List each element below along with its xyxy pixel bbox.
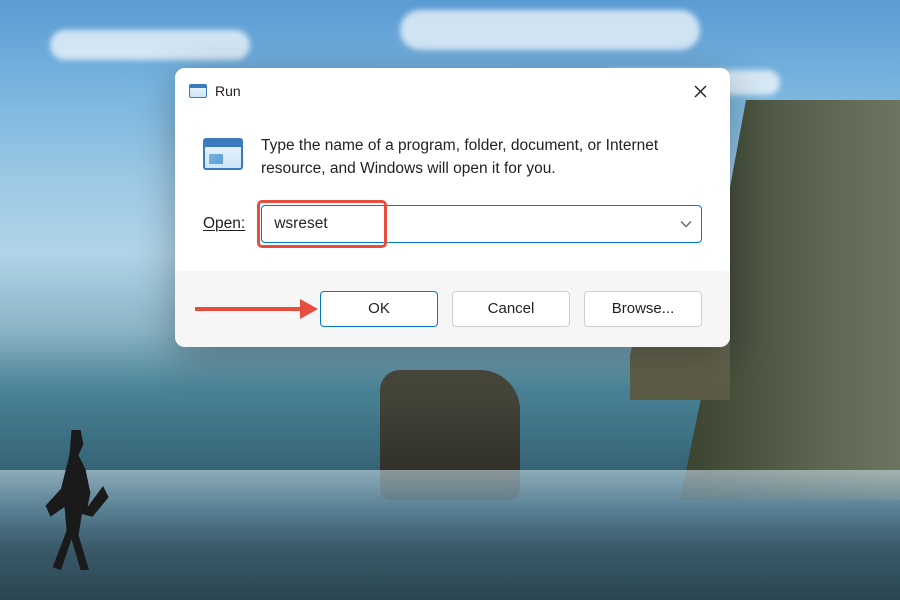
ok-button[interactable]: OK (320, 291, 438, 327)
run-icon-large (203, 138, 243, 170)
desktop-wallpaper: Run Type the name of a program, folder, … (0, 0, 900, 600)
open-label: Open: (203, 215, 245, 233)
titlebar[interactable]: Run (175, 68, 730, 114)
cloud (50, 30, 250, 60)
dialog-title: Run (215, 83, 241, 99)
cloud (400, 10, 700, 50)
run-icon (189, 84, 207, 98)
run-dialog: Run Type the name of a program, folder, … (175, 68, 730, 347)
open-input[interactable] (261, 205, 702, 243)
browse-button[interactable]: Browse... (584, 291, 702, 327)
dialog-footer: OK Cancel Browse... (175, 271, 730, 347)
ocean-waves (0, 470, 900, 600)
runner-silhouette (40, 430, 110, 570)
annotation-arrow (195, 299, 318, 319)
cancel-button[interactable]: Cancel (452, 291, 570, 327)
close-icon (694, 85, 707, 98)
dialog-description: Type the name of a program, folder, docu… (261, 134, 702, 181)
close-button[interactable] (680, 76, 720, 106)
